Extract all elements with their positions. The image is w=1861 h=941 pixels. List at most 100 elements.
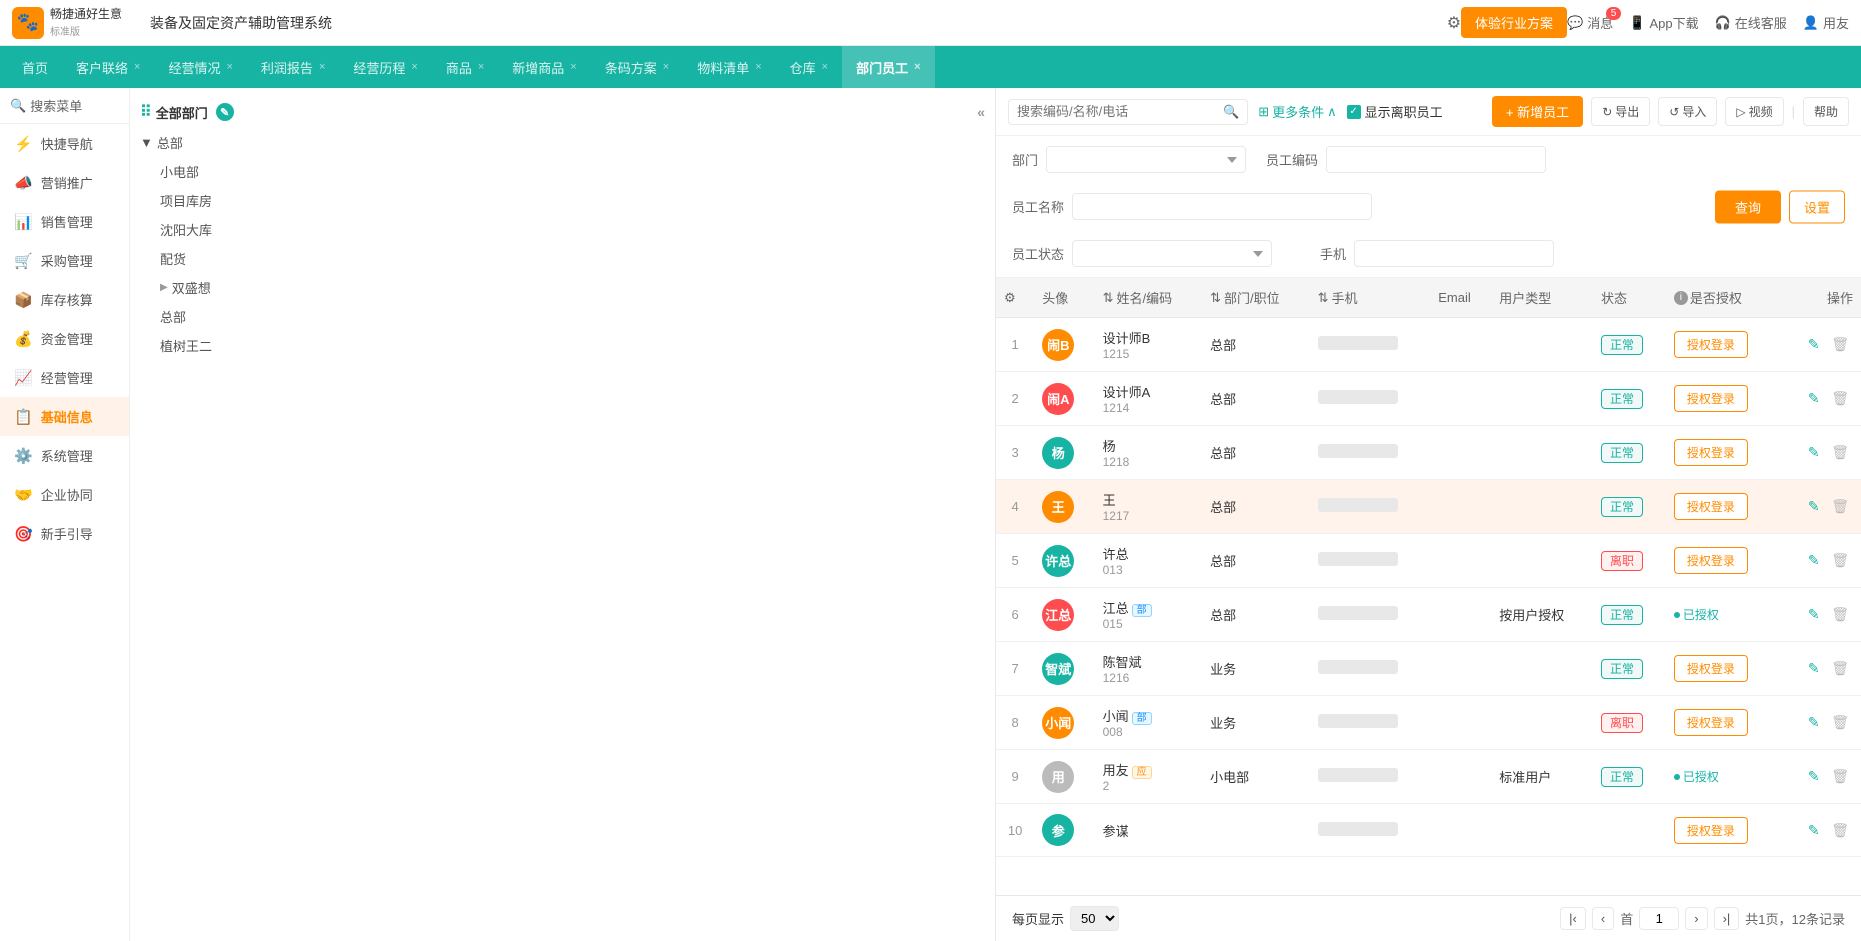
close-icon[interactable]: ×: [319, 61, 325, 73]
tab-operation[interactable]: 经营情况 ×: [154, 46, 246, 88]
last-page-btn[interactable]: ›|: [1714, 907, 1740, 930]
phone-input[interactable]: [1354, 240, 1554, 267]
page-number-input[interactable]: [1639, 907, 1679, 930]
dots-icon[interactable]: ⠿: [140, 102, 152, 122]
sidebar-item-quicknav[interactable]: ⚡ 快捷导航: [0, 124, 129, 163]
export-button[interactable]: ↻ 导出: [1591, 97, 1650, 126]
tab-customer[interactable]: 客户联络 ×: [62, 46, 154, 88]
per-page-select[interactable]: 50: [1070, 906, 1119, 931]
close-icon[interactable]: ×: [411, 61, 417, 73]
edit-button[interactable]: ✎: [1804, 658, 1824, 679]
edit-button[interactable]: ✎: [1804, 442, 1824, 463]
message-action[interactable]: 💬 消息 5: [1567, 13, 1613, 32]
tab-goods[interactable]: 商品 ×: [432, 46, 498, 88]
user-action[interactable]: 👤 用友: [1803, 13, 1849, 32]
close-icon[interactable]: ×: [134, 61, 140, 73]
sidebar-item-inventory[interactable]: 📦 库存核算: [0, 280, 129, 319]
search-input[interactable]: [1017, 104, 1217, 119]
tab-bom[interactable]: 物料清单 ×: [683, 46, 775, 88]
tab-barcode[interactable]: 条码方案 ×: [591, 46, 683, 88]
delete-button[interactable]: 🗑: [1827, 604, 1853, 625]
auth-login-button[interactable]: 授权登录: [1674, 817, 1748, 844]
delete-button[interactable]: 🗑: [1827, 550, 1853, 571]
edit-icon[interactable]: ✎: [216, 103, 234, 121]
first-page-btn[interactable]: |‹: [1560, 907, 1586, 930]
sidebar-item-system[interactable]: ⚙️ 系统管理: [0, 436, 129, 475]
sidebar-item-finance[interactable]: 💰 资金管理: [0, 319, 129, 358]
gear-button[interactable]: ⚙: [1447, 13, 1461, 33]
prev-page-btn[interactable]: ‹: [1592, 907, 1614, 930]
show-resign-toggle[interactable]: ✓ 显示离职员工: [1347, 102, 1443, 121]
th-phone[interactable]: ⇅手机: [1310, 278, 1431, 318]
tab-new-goods[interactable]: 新增商品 ×: [498, 46, 590, 88]
auth-login-button[interactable]: 授权登录: [1674, 547, 1748, 574]
edit-button[interactable]: ✎: [1804, 334, 1824, 355]
close-icon[interactable]: ×: [822, 61, 828, 73]
online-service-action[interactable]: 🎧 在线客服: [1715, 13, 1787, 32]
dept-node-distribution[interactable]: 配货: [130, 244, 995, 273]
close-icon[interactable]: ×: [755, 61, 761, 73]
edit-button[interactable]: ✎: [1804, 496, 1824, 517]
delete-button[interactable]: 🗑: [1827, 658, 1853, 679]
sidebar-item-collab[interactable]: 🤝 企业协同: [0, 475, 129, 514]
edit-button[interactable]: ✎: [1804, 766, 1824, 787]
edit-button[interactable]: ✎: [1804, 550, 1824, 571]
auth-login-button[interactable]: 授权登录: [1674, 709, 1748, 736]
close-icon[interactable]: ×: [914, 61, 920, 73]
help-button[interactable]: 帮助: [1803, 97, 1849, 126]
settings-button[interactable]: 设置: [1789, 190, 1845, 223]
sidebar-item-guide[interactable]: 🎯 新手引导: [0, 514, 129, 553]
dept-node-headquarters[interactable]: ▼ 总部: [130, 128, 995, 157]
edit-button[interactable]: ✎: [1804, 388, 1824, 409]
th-name[interactable]: ⇅姓名/编码: [1095, 278, 1202, 318]
dept-node-shuangsheng[interactable]: ▶ 双盛想: [130, 273, 995, 302]
tab-home[interactable]: 首页: [8, 46, 62, 88]
emp-code-input[interactable]: [1326, 146, 1546, 173]
emp-name-input[interactable]: [1072, 193, 1372, 220]
dept-node-projectroom[interactable]: 项目库房: [130, 186, 995, 215]
close-icon[interactable]: ×: [663, 61, 669, 73]
app-download-action[interactable]: 📱 App下载: [1629, 13, 1698, 32]
video-button[interactable]: ▷ 视频: [1725, 97, 1783, 126]
dept-node-shenyang[interactable]: 沈阳大库: [130, 215, 995, 244]
delete-button[interactable]: 🗑: [1827, 712, 1853, 733]
tab-warehouse[interactable]: 仓库 ×: [776, 46, 842, 88]
sidebar-item-sales[interactable]: 📊 销售管理: [0, 202, 129, 241]
delete-button[interactable]: 🗑: [1827, 820, 1853, 841]
dept-select[interactable]: [1046, 146, 1246, 173]
auth-login-button[interactable]: 授权登录: [1674, 493, 1748, 520]
dept-node-zhishu[interactable]: 植树王二: [130, 331, 995, 360]
tab-employee[interactable]: 部门员工 ×: [842, 46, 934, 88]
add-employee-button[interactable]: + 新增员工: [1492, 96, 1583, 127]
close-icon[interactable]: ×: [478, 61, 484, 73]
dept-node-xiaoelectric[interactable]: 小电部: [130, 157, 995, 186]
tab-history[interactable]: 经营历程 ×: [339, 46, 431, 88]
auth-login-button[interactable]: 授权登录: [1674, 439, 1748, 466]
delete-button[interactable]: 🗑: [1827, 766, 1853, 787]
auth-login-button[interactable]: 授权登录: [1674, 385, 1748, 412]
sidebar-item-business[interactable]: 📈 经营管理: [0, 358, 129, 397]
close-icon[interactable]: ×: [226, 61, 232, 73]
experience-button[interactable]: 体验行业方案: [1461, 7, 1567, 38]
next-page-btn[interactable]: ›: [1685, 907, 1707, 930]
edit-button[interactable]: ✎: [1804, 604, 1824, 625]
close-icon[interactable]: ×: [570, 61, 576, 73]
emp-status-select[interactable]: [1072, 240, 1272, 267]
tab-profit[interactable]: 利润报告 ×: [247, 46, 339, 88]
delete-button[interactable]: 🗑: [1827, 388, 1853, 409]
edit-button[interactable]: ✎: [1804, 820, 1824, 841]
sidebar-item-purchase[interactable]: 🛒 采购管理: [0, 241, 129, 280]
collapse-btn[interactable]: «: [977, 104, 985, 120]
sidebar-item-basic[interactable]: 📋 基础信息: [0, 397, 129, 436]
th-dept[interactable]: ⇅部门/职位: [1202, 278, 1309, 318]
sidebar-item-marketing[interactable]: 📣 营销推广: [0, 163, 129, 202]
auth-login-button[interactable]: 授权登录: [1674, 331, 1748, 358]
more-filter-btn[interactable]: ⊞ 更多条件 ∧: [1258, 102, 1336, 121]
edit-button[interactable]: ✎: [1804, 712, 1824, 733]
query-button[interactable]: 查询: [1715, 190, 1781, 223]
delete-button[interactable]: 🗑: [1827, 496, 1853, 517]
delete-button[interactable]: 🗑: [1827, 334, 1853, 355]
dept-node-general[interactable]: 总部: [130, 302, 995, 331]
th-settings[interactable]: ⚙: [996, 278, 1034, 318]
nav-search[interactable]: 🔍 搜索菜单: [0, 88, 129, 124]
